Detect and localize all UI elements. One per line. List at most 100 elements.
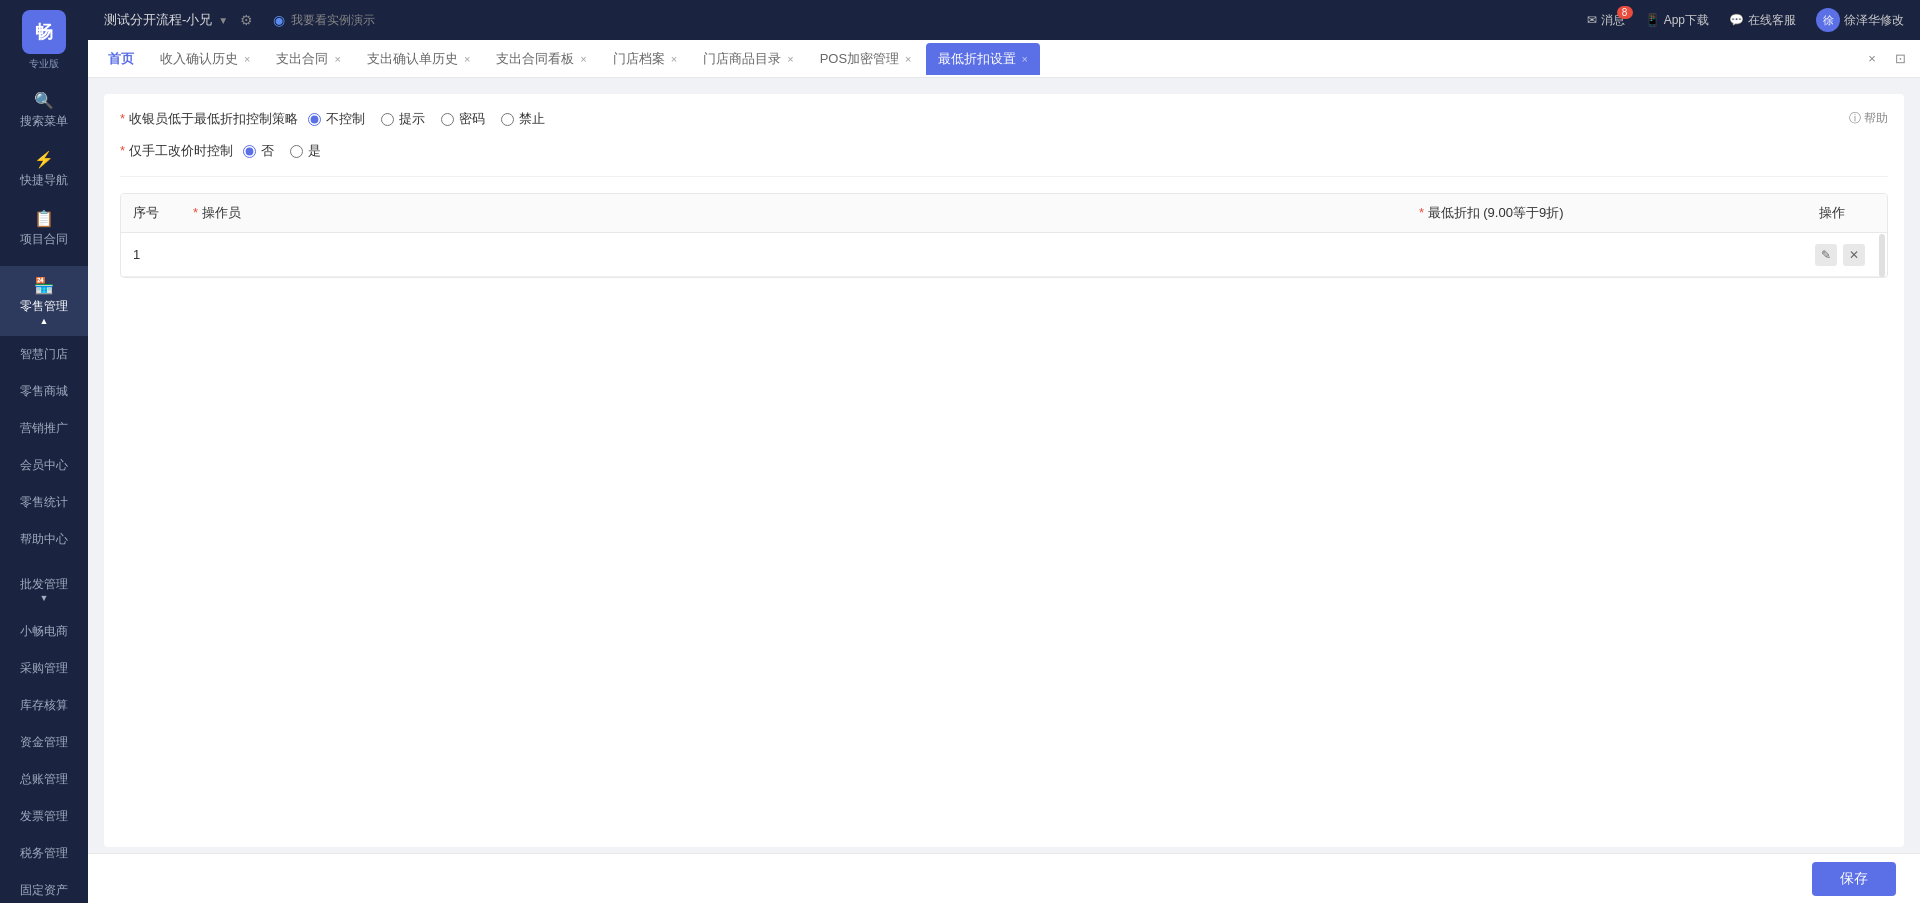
- content-area: 收银员低于最低折扣控制策略 不控制 提示 密码: [88, 78, 1920, 903]
- radio-forbid[interactable]: 禁止: [501, 110, 545, 128]
- discount-table: 序号 操作员 最低折扣 (9.00等于9折) 操作 1 ✎ ✕: [120, 193, 1888, 278]
- app-download-icon: 📱: [1645, 13, 1660, 27]
- radio-forbid-input[interactable]: [501, 113, 514, 126]
- sidebar-item-help-center[interactable]: 帮助中心: [0, 521, 88, 558]
- save-button[interactable]: 保存: [1812, 862, 1896, 896]
- sidebar-item-label: 小畅电商: [20, 623, 68, 640]
- sidebar-item-marketing[interactable]: 营销推广: [0, 410, 88, 447]
- radio-yes-input[interactable]: [290, 145, 303, 158]
- tab-store-goods[interactable]: 门店商品目录 ×: [691, 43, 805, 75]
- sidebar-item-label: 税务管理: [20, 845, 68, 862]
- tab-label: 最低折扣设置: [938, 50, 1016, 68]
- quick-nav-icon: ⚡: [34, 150, 54, 169]
- radio-hint[interactable]: 提示: [381, 110, 425, 128]
- user-menu-button[interactable]: 徐 徐泽华修改: [1816, 8, 1904, 32]
- tab-close-icon[interactable]: ×: [787, 53, 793, 65]
- project-selector[interactable]: 测试分开流程-小兄 ▼: [104, 11, 228, 29]
- sidebar-item-invoice-mgmt[interactable]: 发票管理: [0, 798, 88, 835]
- sidebar-item-label: 营销推广: [20, 420, 68, 437]
- sidebar-item-quick-nav[interactable]: ⚡ 快捷导航: [0, 140, 88, 199]
- tab-label: 收入确认历史: [160, 50, 238, 68]
- sidebar: 畅 专业版 🔍 搜索菜单 ⚡ 快捷导航 📋 项目合同 🏪 零售管理 ▲ 智慧门店…: [0, 0, 88, 903]
- sidebar-item-member-center[interactable]: 会员中心: [0, 447, 88, 484]
- tab-close-icon[interactable]: ×: [671, 53, 677, 65]
- sidebar-item-smart-store[interactable]: 智慧门店: [0, 336, 88, 373]
- radio-yes-label: 是: [308, 142, 321, 160]
- radio-yes[interactable]: 是: [290, 142, 321, 160]
- sidebar-item-ledger-mgmt[interactable]: 总账管理: [0, 761, 88, 798]
- tab-home[interactable]: 首页: [96, 43, 146, 75]
- tab-close-icon[interactable]: ×: [1022, 53, 1028, 65]
- tab-store-archive[interactable]: 门店档案 ×: [601, 43, 689, 75]
- form-row-manual-control: 仅手工改价时控制 否 是: [120, 142, 1888, 160]
- tab-payment[interactable]: 支出合同 ×: [264, 43, 352, 75]
- sidebar-item-finance-mgmt[interactable]: 资金管理: [0, 724, 88, 761]
- sidebar-item-project-contract[interactable]: 📋 项目合同: [0, 199, 88, 258]
- radio-forbid-label: 禁止: [519, 110, 545, 128]
- col-operator: 操作员: [181, 194, 1407, 232]
- tab-label: 门店档案: [613, 50, 665, 68]
- sidebar-item-tax-mgmt[interactable]: 税务管理: [0, 835, 88, 872]
- sidebar-item-ecommerce[interactable]: 小畅电商: [0, 613, 88, 650]
- sidebar-item-retail-mall[interactable]: 零售商城: [0, 373, 88, 410]
- radio-no-control-label: 不控制: [326, 110, 365, 128]
- tab-payment-confirm[interactable]: 支出确认单历史 ×: [355, 43, 482, 75]
- online-service-button[interactable]: 💬 在线客服: [1729, 12, 1796, 29]
- message-icon: ✉: [1587, 13, 1597, 27]
- sidebar-item-search[interactable]: 🔍 搜索菜单: [0, 81, 88, 140]
- table-header: 序号 操作员 最低折扣 (9.00等于9折) 操作: [121, 194, 1887, 233]
- sidebar-item-label: 发票管理: [20, 808, 68, 825]
- tab-close-icon[interactable]: ×: [464, 53, 470, 65]
- tab-label: 支出合同: [276, 50, 328, 68]
- manual-control-label: 仅手工改价时控制: [120, 142, 233, 160]
- sidebar-item-retail-stats[interactable]: 零售统计: [0, 484, 88, 521]
- radio-password-input[interactable]: [441, 113, 454, 126]
- form-row-control-policy: 收银员低于最低折扣控制策略 不控制 提示 密码: [120, 110, 1888, 128]
- retail-icon: 🏪: [34, 276, 54, 295]
- page-card: 收银员低于最低折扣控制策略 不控制 提示 密码: [104, 94, 1904, 847]
- radio-password[interactable]: 密码: [441, 110, 485, 128]
- close-tab-button[interactable]: ×: [1860, 47, 1884, 71]
- app-download-label: App下载: [1664, 12, 1709, 29]
- sidebar-item-purchase-mgmt[interactable]: 采购管理: [0, 650, 88, 687]
- chevron-up-icon: ▲: [40, 316, 49, 326]
- sidebar-item-label: 零售管理: [20, 298, 68, 315]
- user-name: 徐泽华修改: [1844, 12, 1904, 29]
- demo-link[interactable]: ◉ 我要看实例演示: [273, 12, 375, 29]
- tab-payment-board[interactable]: 支出合同看板 ×: [484, 43, 598, 75]
- topbar-settings-button[interactable]: ⚙: [240, 12, 253, 28]
- tab-min-discount[interactable]: 最低折扣设置 ×: [926, 43, 1040, 75]
- radio-hint-input[interactable]: [381, 113, 394, 126]
- edit-row-button[interactable]: ✎: [1815, 244, 1837, 266]
- tab-pos-password[interactable]: POS加密管理 ×: [808, 43, 924, 75]
- sidebar-item-fixed-assets[interactable]: 固定资产: [0, 872, 88, 903]
- page-footer: 保存: [88, 853, 1920, 903]
- sidebar-item-retail-mgmt[interactable]: 🏪 零售管理 ▲: [0, 266, 88, 336]
- messages-button[interactable]: ✉ 消息 8: [1587, 12, 1625, 29]
- tab-label: 支出合同看板: [496, 50, 574, 68]
- sidebar-item-wholesale-mgmt[interactable]: 批发管理 ▼: [0, 566, 88, 613]
- sidebar-logo: 畅 专业版: [0, 0, 88, 81]
- radio-no-input[interactable]: [243, 145, 256, 158]
- help-label: 帮助: [1864, 110, 1888, 127]
- sidebar-item-inventory-calc[interactable]: 库存核算: [0, 687, 88, 724]
- app-download-button[interactable]: 📱 App下载: [1645, 12, 1709, 29]
- tab-income[interactable]: 收入确认历史 ×: [148, 43, 262, 75]
- tab-close-icon[interactable]: ×: [905, 53, 911, 65]
- online-service-label: 在线客服: [1748, 12, 1796, 29]
- tab-close-icon[interactable]: ×: [244, 53, 250, 65]
- delete-row-button[interactable]: ✕: [1843, 244, 1865, 266]
- help-button[interactable]: ⓘ 帮助: [1849, 110, 1888, 127]
- topbar-right: ✉ 消息 8 📱 App下载 💬 在线客服 徐 徐泽华修改: [1587, 8, 1904, 32]
- tab-label: POS加密管理: [820, 50, 899, 68]
- radio-no[interactable]: 否: [243, 142, 274, 160]
- tab-close-icon[interactable]: ×: [580, 53, 586, 65]
- table-scrollbar[interactable]: [1879, 234, 1885, 277]
- sidebar-item-label: 总账管理: [20, 771, 68, 788]
- maximize-tab-button[interactable]: ⊡: [1888, 47, 1912, 71]
- sidebar-item-label: 采购管理: [20, 660, 68, 677]
- radio-no-control-input[interactable]: [308, 113, 321, 126]
- tab-close-icon[interactable]: ×: [334, 53, 340, 65]
- topbar: 测试分开流程-小兄 ▼ ⚙ ◉ 我要看实例演示 ✉ 消息 8 📱 App下载 💬…: [88, 0, 1920, 40]
- radio-no-control[interactable]: 不控制: [308, 110, 365, 128]
